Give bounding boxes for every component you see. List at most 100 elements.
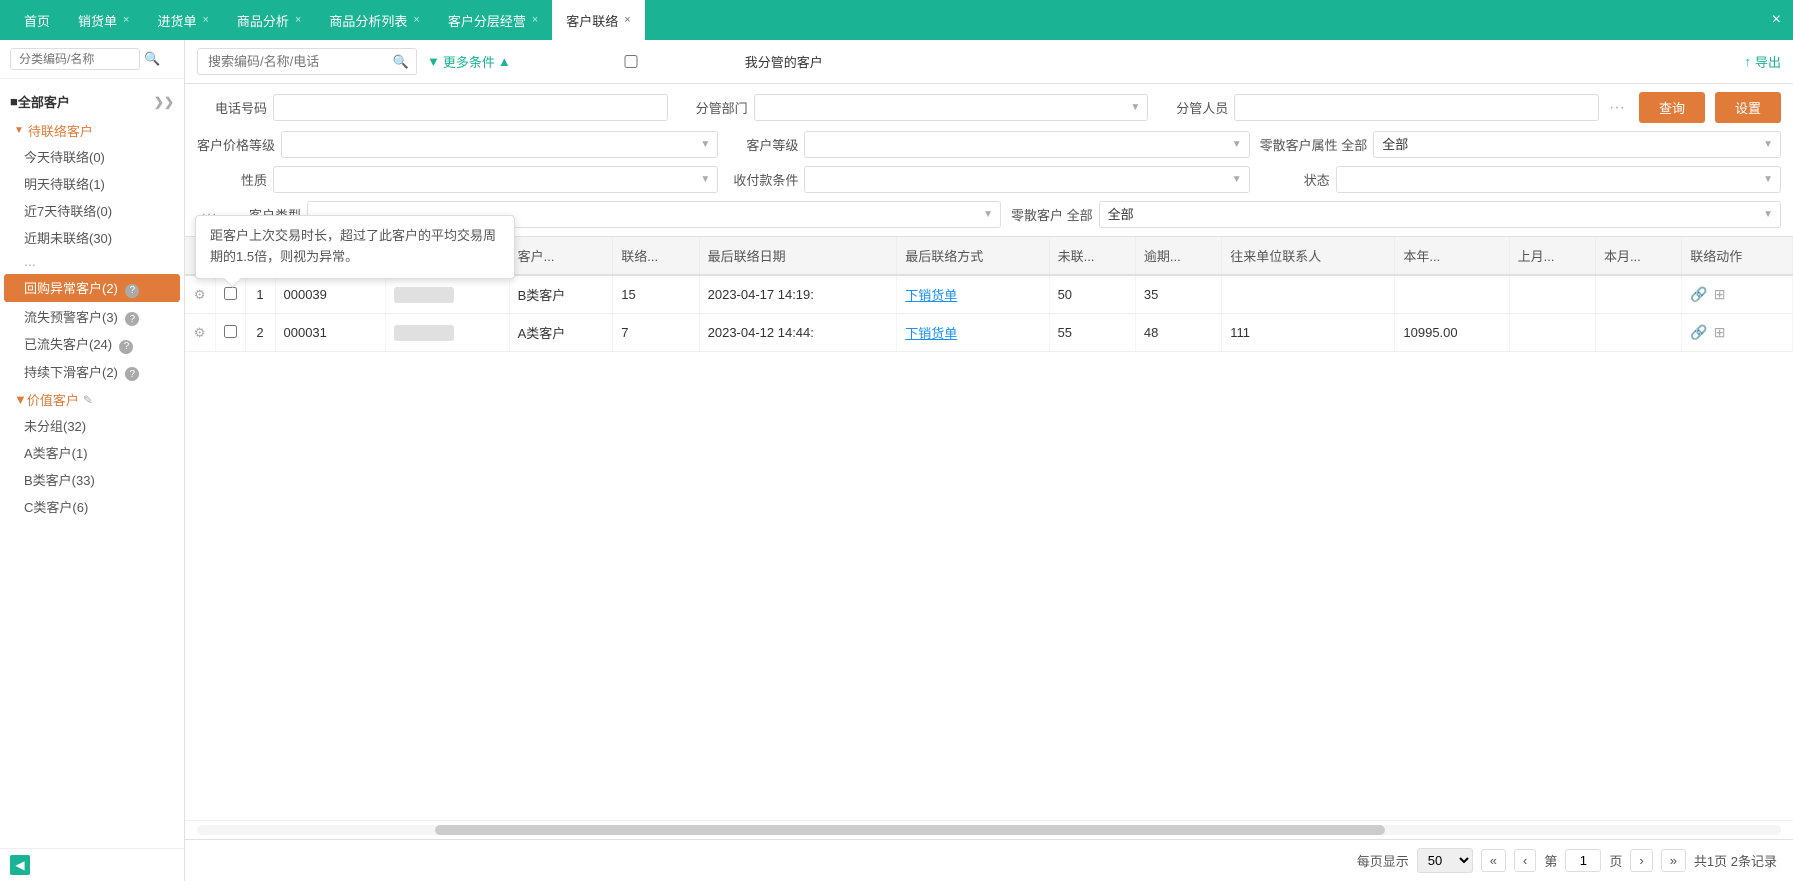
sidebar-item-recent-no-contact[interactable]: 近期未联络(30) bbox=[0, 224, 184, 251]
nav-tab-goods-analysis-close[interactable]: × bbox=[295, 14, 301, 26]
status-label: 状态 bbox=[1260, 170, 1330, 189]
retail-attr-select[interactable]: 全部 bbox=[1373, 131, 1781, 158]
nav-tab-goods-list[interactable]: 商品分析列表 × bbox=[315, 0, 433, 40]
sidebar-item-declining[interactable]: 持续下滑客户(2) ? bbox=[0, 358, 184, 386]
nav-tab-purchase[interactable]: 进货单 × bbox=[143, 0, 222, 40]
retail-customer-select[interactable]: 全部 bbox=[1099, 201, 1781, 228]
more-dots[interactable]: ... bbox=[0, 251, 184, 273]
search-icon[interactable]: 🔍 bbox=[393, 54, 409, 70]
nav-tab-customer-contact-label: 客户联络 bbox=[566, 11, 618, 30]
lost-warning-info-icon[interactable]: ? bbox=[125, 312, 139, 326]
set-button[interactable]: 设置 bbox=[1715, 92, 1781, 123]
nav-tab-goods-list-label: 商品分析列表 bbox=[329, 11, 407, 30]
next-page-button[interactable]: › bbox=[1630, 849, 1652, 872]
row-this-year bbox=[1395, 275, 1509, 314]
row-settings-icon[interactable]: ⚙ bbox=[185, 275, 215, 314]
declining-info-icon[interactable]: ? bbox=[125, 367, 139, 381]
row-actions: 🔗 ⊞ bbox=[1682, 275, 1793, 314]
scroll-thumb[interactable] bbox=[435, 825, 1385, 835]
row-checkbox[interactable] bbox=[224, 325, 237, 338]
filter-more-conditions[interactable]: ▼ 更多条件 ▲ bbox=[427, 52, 511, 71]
nav-tab-sales[interactable]: 销货单 × bbox=[64, 0, 143, 40]
nav-tab-goods-analysis[interactable]: 商品分析 × bbox=[223, 0, 315, 40]
action-contact-icon[interactable]: 🔗 bbox=[1690, 286, 1707, 303]
row-last-method[interactable]: 下销货单 bbox=[897, 314, 1049, 352]
my-customers-checkbox[interactable] bbox=[521, 55, 741, 68]
customer-grade-select[interactable] bbox=[804, 131, 1249, 158]
nature-label: 性质 bbox=[197, 170, 267, 189]
sidebar-item-b-class[interactable]: B类客户(33) bbox=[0, 466, 184, 493]
declining-label: 持续下滑客户(2) bbox=[24, 365, 118, 380]
filter-bar: 🔍 ▼ 更多条件 ▲ 我分管的客户 ↑ 导出 bbox=[185, 40, 1793, 84]
last-page-button[interactable]: » bbox=[1661, 849, 1686, 872]
payment-select[interactable] bbox=[804, 166, 1249, 193]
value-section-label: 价值客户 bbox=[27, 390, 79, 409]
page-label: 第 bbox=[1544, 851, 1557, 870]
sidebar-search-icon[interactable]: 🔍 bbox=[144, 51, 160, 67]
sidebar-item-7days[interactable]: 近7天待联络(0) bbox=[0, 197, 184, 224]
sidebar-item-today[interactable]: 今天待联络(0) bbox=[0, 143, 184, 170]
th-action: 联络动作 bbox=[1682, 237, 1793, 275]
th-last-date: 最后联络日期 bbox=[699, 237, 897, 275]
row-last-method[interactable]: 下销货单 bbox=[897, 275, 1049, 314]
action-more-icon[interactable]: ⊞ bbox=[1714, 286, 1726, 303]
phone-input[interactable] bbox=[273, 94, 668, 121]
row-this-year: 10995.00 bbox=[1395, 314, 1509, 352]
sidebar-item-c-class[interactable]: C类客户(6) bbox=[0, 493, 184, 520]
lost-info-icon[interactable]: ? bbox=[119, 340, 133, 354]
action-more-icon[interactable]: ⊞ bbox=[1714, 324, 1726, 341]
nav-tab-customer-ops-close[interactable]: × bbox=[532, 14, 538, 26]
nav-tab-customer-contact-close[interactable]: × bbox=[624, 14, 630, 26]
nav-tab-goods-list-close[interactable]: × bbox=[413, 14, 419, 26]
sidebar-item-ungrouped[interactable]: 未分组(32) bbox=[0, 412, 184, 439]
sidebar-bottom: ◀ bbox=[0, 848, 184, 881]
nav-tab-customer-contact[interactable]: 客户联络 × bbox=[552, 0, 644, 40]
nav-tab-customer-ops[interactable]: 客户分层经营 × bbox=[434, 0, 552, 40]
manager-input[interactable] bbox=[1234, 94, 1599, 121]
filter-retail-attr: 零散客户属性 全部 全部 ▼ bbox=[1260, 131, 1781, 158]
filter-manager: 分管人员 ··· bbox=[1158, 94, 1629, 121]
prev-page-button[interactable]: ‹ bbox=[1514, 849, 1536, 872]
edit-icon[interactable]: ✎ bbox=[83, 393, 93, 407]
status-select[interactable] bbox=[1336, 166, 1781, 193]
query-button[interactable]: 查询 bbox=[1639, 92, 1705, 123]
row-checkbox[interactable] bbox=[224, 287, 237, 300]
sidebar-item-lost[interactable]: 已流失客户(24) ? bbox=[0, 330, 184, 358]
sidebar-all-customers[interactable]: ■ 全部客户 ❯❯ bbox=[0, 87, 184, 116]
action-contact-icon[interactable]: 🔗 bbox=[1690, 324, 1707, 341]
all-customers-label: 全部客户 bbox=[18, 92, 70, 111]
th-uncontact: 未联... bbox=[1049, 237, 1135, 275]
nav-tab-purchase-close[interactable]: × bbox=[202, 14, 208, 26]
sidebar-item-lost-warning[interactable]: 流失预警客户(3) ? bbox=[0, 303, 184, 331]
lost-label: 已流失客户(24) bbox=[24, 337, 112, 352]
row-last-date: 2023-04-17 14:19: bbox=[699, 275, 897, 314]
filter-price-grade: 客户价格等级 ▼ bbox=[197, 131, 718, 158]
price-grade-select[interactable] bbox=[281, 131, 718, 158]
dept-select[interactable] bbox=[754, 94, 1149, 121]
pending-arrow-icon: ▼ bbox=[14, 125, 24, 136]
horizontal-scrollbar[interactable] bbox=[185, 820, 1793, 839]
sidebar-item-abnormal-repurchase[interactable]: 回购异常客户(2) ? bbox=[4, 274, 180, 302]
export-button[interactable]: ↑ 导出 bbox=[1744, 52, 1781, 71]
per-page-select[interactable]: 50 100 bbox=[1417, 848, 1473, 873]
sidebar-item-tomorrow[interactable]: 明天待联络(1) bbox=[0, 170, 184, 197]
close-all-tabs-button[interactable]: × bbox=[1772, 11, 1781, 29]
collapse-sidebar-icon[interactable]: ❯❯ bbox=[154, 95, 174, 109]
th-overdue: 逾期... bbox=[1135, 237, 1221, 275]
row-this-month bbox=[1595, 314, 1681, 352]
first-page-button[interactable]: « bbox=[1481, 849, 1506, 872]
nature-select-wrapper: ▼ bbox=[273, 166, 718, 193]
sidebar-value-section[interactable]: ▼ 价值客户 ✎ bbox=[0, 385, 184, 412]
nature-select[interactable] bbox=[273, 166, 718, 193]
nav-tab-sales-close[interactable]: × bbox=[123, 14, 129, 26]
sidebar-pending-section[interactable]: ▼ 待联络客户 bbox=[0, 116, 184, 143]
sidebar-collapse-button[interactable]: ◀ bbox=[10, 855, 30, 875]
search-input[interactable] bbox=[197, 48, 417, 75]
sidebar-item-a-class[interactable]: A类客户(1) bbox=[0, 439, 184, 466]
abnormal-repurchase-info-icon[interactable]: ? bbox=[125, 284, 139, 298]
sidebar-search-input[interactable] bbox=[10, 48, 140, 70]
nav-tab-home[interactable]: 首页 bbox=[10, 0, 64, 40]
row-settings-icon[interactable]: ⚙ bbox=[185, 314, 215, 352]
page-number-input[interactable] bbox=[1565, 849, 1601, 872]
manager-dots-icon[interactable]: ··· bbox=[1605, 99, 1629, 117]
